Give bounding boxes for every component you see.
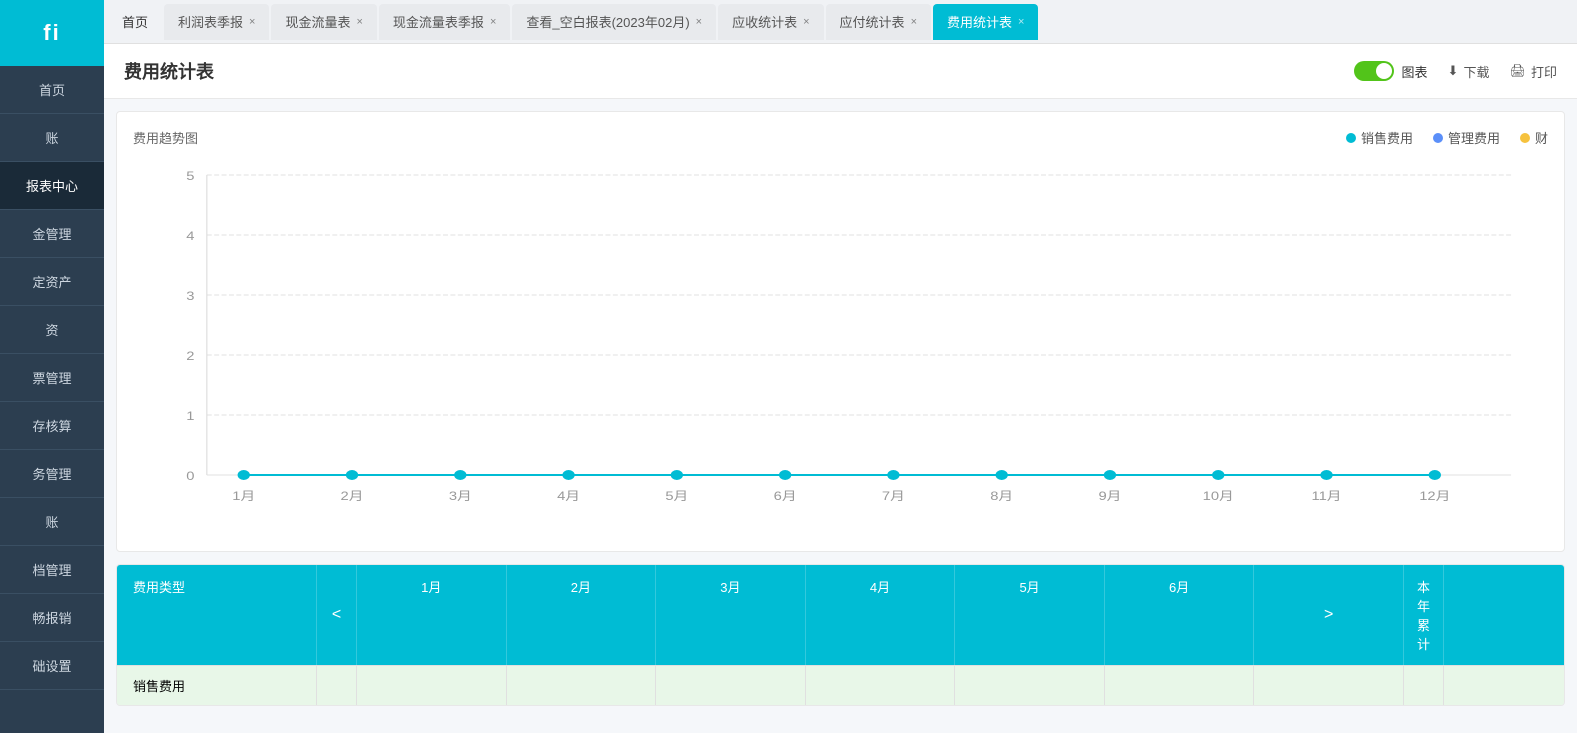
legend-dot-admin <box>1433 133 1443 143</box>
table-header: 费用类型 < 1月 2月 3月 4月 5月 6月 > 本年累计 <box>117 565 1564 665</box>
main-area: 首页 利润表季报 × 现金流量表 × 现金流量表季报 × 查看_空白报表(202… <box>104 0 1577 733</box>
sidebar: fi 首页 账 报表中心 金管理 定资产 资 票管理 存核算 务管理 账 档管理… <box>0 0 104 733</box>
svg-text:10月: 10月 <box>1203 489 1234 502</box>
legend-label-finance: 财 <box>1535 128 1548 147</box>
legend-admin: 管理费用 <box>1433 128 1500 147</box>
chart-header: 费用趋势图 销售费用 管理费用 财 <box>133 128 1548 147</box>
chart-toggle-wrap: 图表 <box>1354 61 1428 81</box>
tab-close-blank[interactable]: × <box>696 16 702 28</box>
svg-text:1: 1 <box>186 409 194 422</box>
col-month-3: 3月 <box>656 565 806 665</box>
sidebar-item-archive[interactable]: 档管理 <box>0 546 104 594</box>
tab-close-receivable[interactable]: × <box>803 16 809 28</box>
col-type: 费用类型 <box>117 565 317 665</box>
tab-cashflow-quarter[interactable]: 现金流量表季报 × <box>379 4 510 40</box>
sidebar-item-account[interactable]: 账 <box>0 114 104 162</box>
svg-text:1月: 1月 <box>232 489 255 502</box>
row-val-8 <box>1404 666 1444 705</box>
svg-text:8月: 8月 <box>990 489 1013 502</box>
tab-bar: 首页 利润表季报 × 现金流量表 × 现金流量表季报 × 查看_空白报表(202… <box>104 0 1577 44</box>
download-button[interactable]: ⬇ 下载 <box>1448 62 1490 81</box>
sidebar-item-home[interactable]: 首页 <box>0 66 104 114</box>
tab-payable[interactable]: 应付统计表 × <box>826 4 931 40</box>
print-icon: 🖨 <box>1509 63 1526 79</box>
data-table: 费用类型 < 1月 2月 3月 4月 5月 6月 > 本年累计 销售费用 <box>116 564 1565 706</box>
tab-cashflow[interactable]: 现金流量表 × <box>271 4 376 40</box>
legend-finance: 财 <box>1520 128 1548 147</box>
svg-text:4月: 4月 <box>557 489 580 502</box>
tab-expense-stats[interactable]: 费用统计表 × <box>933 4 1038 40</box>
col-year-total: 本年累计 <box>1404 565 1444 665</box>
legend-dot-finance <box>1520 133 1530 143</box>
svg-text:11月: 11月 <box>1311 489 1341 502</box>
svg-text:6月: 6月 <box>774 489 797 502</box>
chart-toggle[interactable] <box>1354 61 1394 81</box>
content-area: 费用趋势图 销售费用 管理费用 财 <box>104 99 1577 733</box>
row-val-5 <box>955 666 1105 705</box>
tab-home[interactable]: 首页 <box>108 4 162 40</box>
legend-label-admin: 管理费用 <box>1448 128 1500 147</box>
tab-close-payable[interactable]: × <box>911 16 917 28</box>
trend-chart: 5 4 3 2 1 0 1月 2月 3月 4月 5月 <box>133 155 1548 535</box>
toggle-label: 图表 <box>1402 62 1428 81</box>
svg-text:0: 0 <box>186 469 194 482</box>
col-month-6: 6月 <box>1105 565 1255 665</box>
tab-close-cashflow[interactable]: × <box>356 16 362 28</box>
tab-receivable[interactable]: 应收统计表 × <box>718 4 823 40</box>
svg-text:5月: 5月 <box>665 489 688 502</box>
row-val-2 <box>507 666 657 705</box>
sidebar-item-expense[interactable]: 畅报销 <box>0 594 104 642</box>
svg-text:2: 2 <box>186 349 194 362</box>
chart-title: 费用趋势图 <box>133 128 198 147</box>
row-val-0 <box>317 666 357 705</box>
row-val-4 <box>806 666 956 705</box>
col-month-2: 2月 <box>507 565 657 665</box>
page-title: 费用统计表 <box>124 58 214 84</box>
row-val-1 <box>357 666 507 705</box>
svg-text:4: 4 <box>186 229 195 242</box>
svg-text:5: 5 <box>186 169 194 182</box>
svg-text:3月: 3月 <box>449 489 472 502</box>
legend-label-sales: 销售费用 <box>1361 128 1413 147</box>
sidebar-item-invoice[interactable]: 票管理 <box>0 354 104 402</box>
sidebar-item-ledger[interactable]: 账 <box>0 498 104 546</box>
svg-text:2月: 2月 <box>341 489 364 502</box>
legend-sales: 销售费用 <box>1346 128 1413 147</box>
row-val-7 <box>1254 666 1404 705</box>
col-month-4: 4月 <box>806 565 956 665</box>
sidebar-item-inventory[interactable]: 存核算 <box>0 402 104 450</box>
tab-blank-report[interactable]: 查看_空白报表(2023年02月) × <box>512 4 716 40</box>
col-month-1: 1月 <box>357 565 507 665</box>
sidebar-item-assets[interactable]: 定资产 <box>0 258 104 306</box>
page-header: 费用统计表 图表 ⬇ 下载 🖨 打印 <box>104 44 1577 99</box>
row-val-6 <box>1105 666 1255 705</box>
row-label: 销售费用 <box>117 666 317 705</box>
svg-text:3: 3 <box>186 289 194 302</box>
sidebar-item-capital[interactable]: 资 <box>0 306 104 354</box>
sidebar-item-cash[interactable]: 金管理 <box>0 210 104 258</box>
download-icon: ⬇ <box>1448 63 1459 79</box>
tab-close-expense[interactable]: × <box>1018 16 1024 28</box>
print-button[interactable]: 🖨 打印 <box>1509 62 1557 81</box>
tab-close-profit-quarter[interactable]: × <box>249 16 255 28</box>
sidebar-item-reports[interactable]: 报表中心 <box>0 162 104 210</box>
col-month-5: 5月 <box>955 565 1105 665</box>
col-nav-next[interactable]: > <box>1254 565 1404 665</box>
table-row: 销售费用 <box>117 665 1564 705</box>
header-actions: 图表 ⬇ 下载 🖨 打印 <box>1354 61 1557 81</box>
tab-close-cashflow-quarter[interactable]: × <box>490 16 496 28</box>
col-nav-prev[interactable]: < <box>317 565 357 665</box>
tab-profit-quarter[interactable]: 利润表季报 × <box>164 4 269 40</box>
svg-text:12月: 12月 <box>1419 489 1450 502</box>
chart-card: 费用趋势图 销售费用 管理费用 财 <box>116 111 1565 552</box>
row-val-3 <box>656 666 806 705</box>
svg-text:9月: 9月 <box>1098 489 1121 502</box>
sidebar-logo: fi <box>0 0 104 66</box>
sidebar-item-service[interactable]: 务管理 <box>0 450 104 498</box>
chart-legend: 销售费用 管理费用 财 <box>1346 128 1548 147</box>
sidebar-item-settings[interactable]: 础设置 <box>0 642 104 690</box>
svg-text:7月: 7月 <box>882 489 905 502</box>
legend-dot-sales <box>1346 133 1356 143</box>
chart-container: 5 4 3 2 1 0 1月 2月 3月 4月 5月 <box>133 155 1548 535</box>
